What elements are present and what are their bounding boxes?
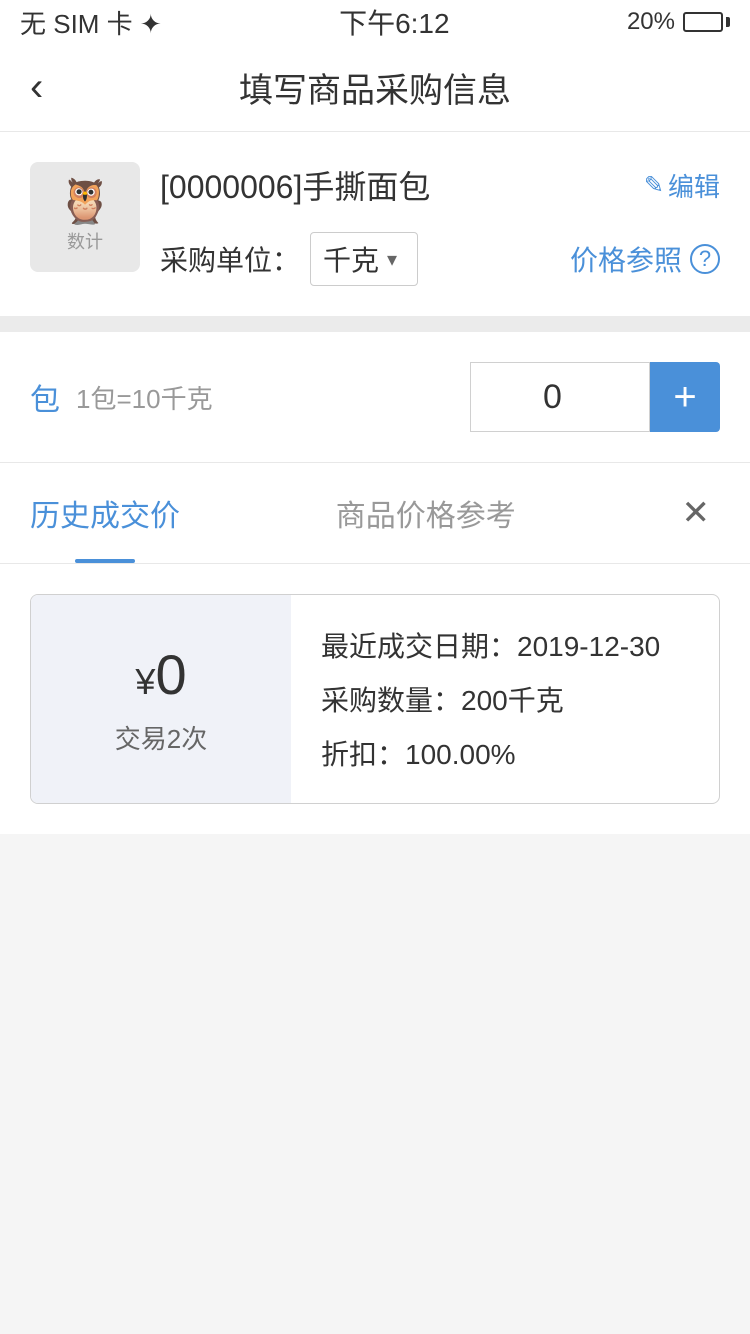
price-value: 0 (155, 643, 186, 706)
tabs-panel: 历史成交价 商品价格参考 ✕ ¥0 交易2次 最近成交日期：2019-12-30 (0, 463, 750, 834)
unit-select[interactable]: 千克 ▾ (310, 232, 418, 286)
price-ref-label: 价格参照 (570, 239, 682, 279)
product-name: [0000006]手撕面包 (160, 162, 430, 208)
recent-date-label: 最近成交日期： (321, 631, 517, 662)
price-symbol: ¥ (135, 661, 155, 702)
back-button[interactable]: ‹ (30, 65, 43, 110)
history-details-section: 最近成交日期：2019-12-30 采购数量：200千克 折扣：100.00% (291, 595, 719, 803)
product-unit-row: 采购单位： 千克 ▾ 价格参照 ? (160, 232, 720, 286)
bag-note: 1包=10千克 (76, 379, 213, 416)
product-thumbnail: 🦉 数计 (30, 162, 140, 272)
quantity-input-row: + (470, 362, 720, 432)
product-top-row: [0000006]手撕面包 ✎ 编辑 (160, 162, 720, 208)
recent-date-value: 2019-12-30 (517, 631, 660, 662)
bag-label: 包 (30, 375, 60, 419)
discount-value: 100.00% (405, 739, 516, 770)
tabs-header: 历史成交价 商品价格参考 ✕ (0, 463, 750, 564)
tab-history-price[interactable]: 历史成交价 (30, 463, 180, 563)
thumbnail-label: 数计 (58, 228, 113, 254)
history-price: ¥0 (135, 642, 186, 707)
status-time: 下午6:12 (339, 2, 450, 42)
tabs-close-button[interactable]: ✕ (672, 483, 721, 543)
battery-icon (683, 12, 730, 32)
battery-body (683, 12, 723, 32)
status-signal: 无 SIM 卡 ✦ (20, 4, 162, 41)
edit-icon: ✎ (644, 171, 664, 200)
battery-tip (726, 17, 730, 27)
trade-count: 交易2次 (115, 719, 207, 756)
quantity-row: 包 1包=10千克 + (0, 332, 750, 463)
history-card: ¥0 交易2次 最近成交日期：2019-12-30 采购数量：200千克 折扣：… (30, 594, 720, 804)
section-divider (0, 316, 750, 332)
unit-prefix: 采购单位： (160, 239, 300, 279)
battery-percent: 20% (627, 8, 675, 36)
purchase-qty-value: 200千克 (461, 685, 564, 716)
product-card: 🦉 数计 [0000006]手撕面包 ✎ 编辑 采购单位： 千克 ▾ (0, 132, 750, 316)
history-price-section: ¥0 交易2次 (31, 595, 291, 803)
discount-row: 折扣：100.00% (321, 733, 689, 773)
help-icon: ? (690, 244, 720, 274)
thumbnail-inner: 🦉 数计 (58, 180, 113, 254)
history-content: ¥0 交易2次 最近成交日期：2019-12-30 采购数量：200千克 折扣：… (0, 564, 750, 834)
status-bar: 无 SIM 卡 ✦ 下午6:12 20% (0, 0, 750, 44)
price-reference-button[interactable]: 价格参照 ? (570, 239, 720, 279)
nav-bar: ‹ 填写商品采购信息 (0, 44, 750, 132)
chevron-down-icon: ▾ (387, 247, 397, 272)
edit-button[interactable]: ✎ 编辑 (644, 167, 720, 204)
quantity-plus-button[interactable]: + (650, 362, 720, 432)
recent-date-row: 最近成交日期：2019-12-30 (321, 625, 689, 665)
product-row: 🦉 数计 [0000006]手撕面包 ✎ 编辑 采购单位： 千克 ▾ (30, 162, 720, 286)
edit-label: 编辑 (668, 167, 720, 204)
tab-product-price-ref[interactable]: 商品价格参考 (336, 463, 516, 563)
page-title: 填写商品采购信息 (239, 63, 511, 112)
purchase-qty-row: 采购数量：200千克 (321, 679, 689, 719)
discount-label: 折扣： (321, 739, 405, 770)
main-content: 历史成交价 商品价格参考 ✕ ¥0 交易2次 最近成交日期：2019-12-30 (0, 463, 750, 1063)
quantity-input[interactable] (470, 362, 650, 432)
unit-value: 千克 (323, 239, 379, 279)
quantity-label: 包 1包=10千克 (30, 375, 213, 419)
status-right: 20% (627, 8, 730, 36)
purchase-qty-label: 采购数量： (321, 685, 461, 716)
unit-label: 采购单位： 千克 ▾ (160, 232, 418, 286)
owl-icon: 🦉 (58, 180, 113, 224)
product-info: [0000006]手撕面包 ✎ 编辑 采购单位： 千克 ▾ 价格参照 ? (160, 162, 720, 286)
